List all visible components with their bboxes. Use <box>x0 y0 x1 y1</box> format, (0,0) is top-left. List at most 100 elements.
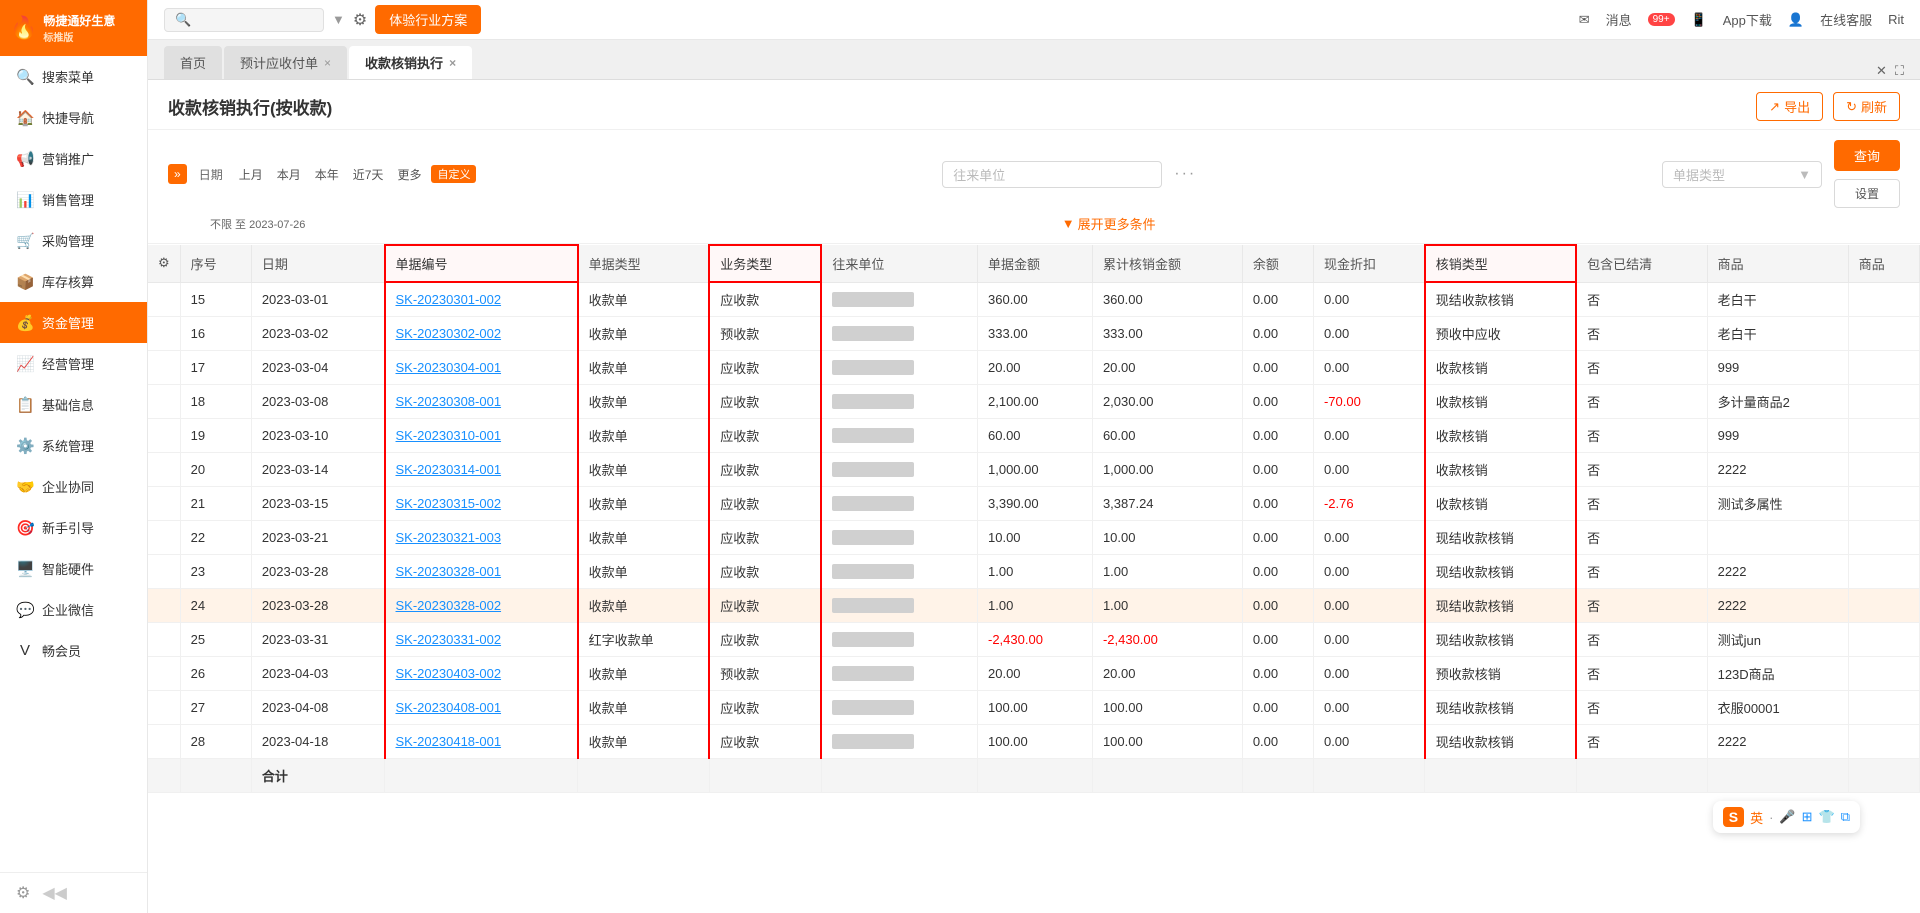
cell-doc_no-9[interactable]: SK-20230328-002 <box>385 589 578 623</box>
tab-close-all-icon[interactable]: ✕ <box>1876 63 1887 79</box>
tab-home[interactable]: 首页 <box>164 46 222 79</box>
mic-icon[interactable]: 🎤 <box>1779 809 1795 825</box>
doc-link-8[interactable]: SK-20230328-001 <box>396 564 502 579</box>
sidebar-item-7[interactable]: 📈经营管理 <box>0 343 147 384</box>
doc-link-7[interactable]: SK-20230321-003 <box>396 530 502 545</box>
cell-doc_type-11: 收款单 <box>578 657 710 691</box>
tab-collection[interactable]: 收款核销执行 × <box>349 46 472 79</box>
cell-product-3: 多计量商品2 <box>1707 385 1848 419</box>
sidebar-item-14[interactable]: V畅会员 <box>0 630 147 671</box>
sidebar-item-12[interactable]: 🖥️智能硬件 <box>0 548 147 589</box>
service-label[interactable]: 在线客服 <box>1820 10 1872 29</box>
cell-doc_no-4[interactable]: SK-20230310-001 <box>385 419 578 453</box>
cell-discount-2: 0.00 <box>1313 351 1424 385</box>
app-label[interactable]: App下载 <box>1723 10 1772 29</box>
filter-expand-btn[interactable]: ▼ 展开更多条件 <box>1062 214 1156 233</box>
date-btn-more[interactable]: 更多 <box>393 164 425 185</box>
tab-payable[interactable]: 预计应收付单 × <box>224 46 347 79</box>
doc-link-0[interactable]: SK-20230301-002 <box>396 292 502 307</box>
copy-icon[interactable]: ⧉ <box>1841 809 1850 825</box>
cell-doc_no-7[interactable]: SK-20230321-003 <box>385 521 578 555</box>
message-label[interactable]: 消息 <box>1606 10 1632 29</box>
gear-icon[interactable]: ⚙ <box>353 10 367 30</box>
tab-payable-close[interactable]: × <box>324 56 331 70</box>
cell-discount-12: 0.00 <box>1313 691 1424 725</box>
page-header-actions: ↗ 导出 ↻ 刷新 <box>1756 92 1900 121</box>
sidebar-item-2[interactable]: 📢营销推广 <box>0 138 147 179</box>
cell-doc_no-2[interactable]: SK-20230304-001 <box>385 351 578 385</box>
cell-total_offset-11: 20.00 <box>1092 657 1242 691</box>
cell-doc_no-10[interactable]: SK-20230331-002 <box>385 623 578 657</box>
tab-maximize-icon[interactable]: ⛶ <box>1895 63 1904 79</box>
doc-link-9[interactable]: SK-20230328-002 <box>396 598 502 613</box>
cell-total_offset-13: 100.00 <box>1092 725 1242 759</box>
date-btn-7days[interactable]: 近7天 <box>349 164 388 185</box>
cell-doc_no-11[interactable]: SK-20230403-002 <box>385 657 578 691</box>
doc-link-4[interactable]: SK-20230310-001 <box>396 428 502 443</box>
cell-product2-2 <box>1848 351 1919 385</box>
partner-input[interactable]: 往来单位 <box>942 161 1162 188</box>
cell-doc_no-0[interactable]: SK-20230301-002 <box>385 282 578 317</box>
sidebar-item-9[interactable]: ⚙️系统管理 <box>0 425 147 466</box>
sidebar-label-14: 畅会员 <box>42 641 81 660</box>
cell-doc_no-13[interactable]: SK-20230418-001 <box>385 725 578 759</box>
date-btn-custom[interactable]: 自定义 <box>431 165 476 183</box>
th-gear[interactable]: ⚙ <box>148 245 180 282</box>
sidebar-item-11[interactable]: 🎯新手引导 <box>0 507 147 548</box>
partner-placeholder: 往来单位 <box>953 168 1005 183</box>
sidebar-item-1[interactable]: 🏠快捷导航 <box>0 97 147 138</box>
table-row: 192023-03-10SK-20230310-001收款单应收款███████… <box>148 419 1920 453</box>
doc-link-5[interactable]: SK-20230314-001 <box>396 462 502 477</box>
sidebar-label-8: 基础信息 <box>42 395 94 414</box>
doc-link-13[interactable]: SK-20230418-001 <box>396 734 502 749</box>
doc-link-12[interactable]: SK-20230408-001 <box>396 700 502 715</box>
cell-doc_no-1[interactable]: SK-20230302-002 <box>385 317 578 351</box>
date-btn-last-month[interactable]: 上月 <box>235 164 267 185</box>
shirt-icon[interactable]: 👕 <box>1819 809 1835 825</box>
doc-link-3[interactable]: SK-20230308-001 <box>396 394 502 409</box>
th-partner: 往来单位 <box>821 245 977 282</box>
sidebar-label-2: 营销推广 <box>42 149 94 168</box>
footer-balance <box>1242 759 1313 793</box>
filter-toggle-btn[interactable]: » <box>168 164 187 184</box>
sidebar-item-6[interactable]: 💰资金管理 <box>0 302 147 343</box>
date-btn-this-year[interactable]: 本年 <box>311 164 343 185</box>
doc-link-10[interactable]: SK-20230331-002 <box>396 632 502 647</box>
sidebar-item-10[interactable]: 🤝企业协同 <box>0 466 147 507</box>
user-name[interactable]: Rit <box>1888 12 1904 27</box>
cell-doc_no-8[interactable]: SK-20230328-001 <box>385 555 578 589</box>
doc-link-1[interactable]: SK-20230302-002 <box>396 326 502 341</box>
topbar-dropdown-arrow[interactable]: ▼ <box>332 12 345 27</box>
sidebar-item-3[interactable]: 📊销售管理 <box>0 179 147 220</box>
date-btn-this-month[interactable]: 本月 <box>273 164 305 185</box>
doc-type-select[interactable]: 单据类型 ▼ <box>1662 161 1822 188</box>
sidebar-item-13[interactable]: 💬企业微信 <box>0 589 147 630</box>
refresh-btn[interactable]: ↻ 刷新 <box>1833 92 1900 121</box>
topbar-search-box[interactable]: 🔍 <box>164 8 324 32</box>
settings-icon[interactable]: ⚙ <box>16 883 30 903</box>
industry-btn[interactable]: 体验行业方案 <box>375 5 481 34</box>
cell-biz_type-9: 应收款 <box>709 589 821 623</box>
footer-offset_type <box>1425 759 1576 793</box>
cell-doc_no-5[interactable]: SK-20230314-001 <box>385 453 578 487</box>
settings-btn[interactable]: 设置 <box>1834 179 1900 208</box>
grid-icon[interactable]: ⊞ <box>1802 809 1813 825</box>
doc-link-11[interactable]: SK-20230403-002 <box>396 666 502 681</box>
cell-doc_no-3[interactable]: SK-20230308-001 <box>385 385 578 419</box>
sidebar-item-8[interactable]: 📋基础信息 <box>0 384 147 425</box>
cell-total_offset-3: 2,030.00 <box>1092 385 1242 419</box>
cell-offset_type-0: 现结收款核销 <box>1425 282 1576 317</box>
sidebar-item-5[interactable]: 📦库存核算 <box>0 261 147 302</box>
export-btn[interactable]: ↗ 导出 <box>1756 92 1823 121</box>
sidebar-item-0[interactable]: 🔍搜索菜单 <box>0 56 147 97</box>
tab-collection-label: 收款核销执行 <box>365 53 443 72</box>
tab-collection-close[interactable]: × <box>449 56 456 70</box>
brand-icons: 🎤 ⊞ 👕 ⧉ <box>1779 809 1850 825</box>
query-btn[interactable]: 查询 <box>1834 140 1900 171</box>
cell-doc_no-12[interactable]: SK-20230408-001 <box>385 691 578 725</box>
doc-link-2[interactable]: SK-20230304-001 <box>396 360 502 375</box>
collapse-icon[interactable]: ◀◀ <box>42 883 67 903</box>
doc-link-6[interactable]: SK-20230315-002 <box>396 496 502 511</box>
cell-doc_no-6[interactable]: SK-20230315-002 <box>385 487 578 521</box>
sidebar-item-4[interactable]: 🛒采购管理 <box>0 220 147 261</box>
